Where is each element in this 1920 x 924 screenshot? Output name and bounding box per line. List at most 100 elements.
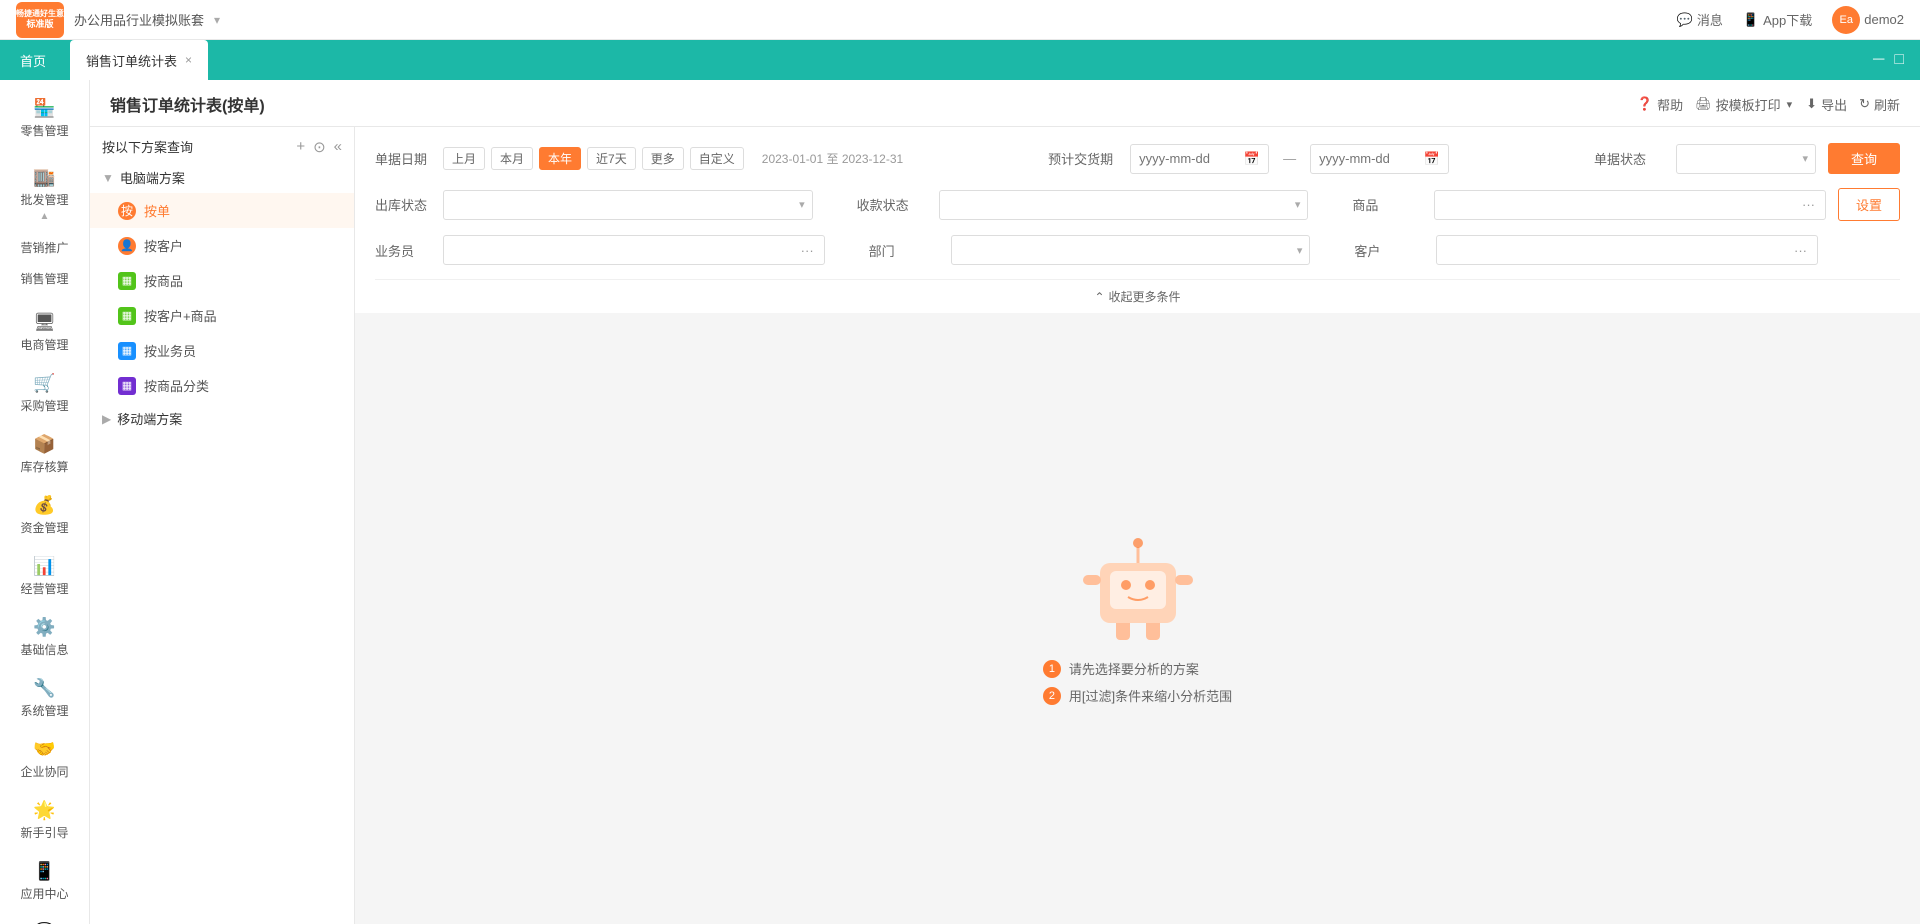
customer-input-wrap[interactable]: ··· (1436, 235, 1818, 265)
maximize-button[interactable]: □ (1894, 51, 1904, 69)
filter-row-3: 业务员 ··· 部门 ▾ 客户 (375, 235, 1900, 265)
date-btn-thisyear[interactable]: 本年 (539, 147, 581, 170)
date-btn-7days[interactable]: 近7天 (587, 147, 636, 170)
content-area: 销售订单统计表(按单) ❓ 帮助 🖨 按模板打印 ▾ ⬇ 导出 ↻ 刷新 (90, 80, 1920, 924)
sidebar-item-retail[interactable]: 🏪 零售管理 (0, 88, 89, 149)
date-btn-group: 上月 本月 本年 近7天 更多 自定义 (443, 147, 744, 170)
scheme-item-by-salesperson[interactable]: ▦ 按业务员 (90, 333, 354, 368)
tab-close-icon[interactable]: × (185, 53, 192, 67)
customer-ellipsis-btn[interactable]: ··· (1794, 243, 1807, 258)
logo: 畅捷通好生意 标准版 (16, 2, 64, 38)
goods-input-wrap[interactable]: ··· (1434, 190, 1826, 220)
date-label: 单据日期 (375, 149, 431, 168)
app-download-button[interactable]: 📱 App下载 (1743, 10, 1812, 29)
scheme-customer-icon: 👤 (118, 237, 136, 255)
app-download-label: App下载 (1763, 10, 1812, 29)
salesperson-input-wrap[interactable]: ··· (443, 235, 825, 265)
sidebar-purchase-label: 采购管理 (20, 397, 68, 414)
sidebar-item-marketing[interactable]: 营销推广 (16, 232, 72, 263)
sidebar-finance-label: 资金管理 (20, 519, 68, 536)
department-select[interactable] (951, 235, 1311, 265)
delivery-status-select[interactable] (443, 190, 813, 220)
scheme-salesperson-icon: ▦ (118, 342, 136, 360)
salesperson-ellipsis-btn[interactable]: ··· (801, 243, 814, 258)
delivery-to-input[interactable] (1319, 151, 1420, 166)
sidebar-item-enterprise-wechat[interactable]: 💬 企业微信 (0, 912, 89, 924)
collapse-icon: ⌃ (1094, 290, 1104, 304)
scheme-item-by-goods[interactable]: ▦ 按商品 (90, 263, 354, 298)
empty-illustration (1078, 533, 1198, 643)
scheme-item-by-goods-cat[interactable]: ▦ 按商品分类 (90, 368, 354, 403)
help-button[interactable]: ❓ 帮助 (1637, 95, 1683, 114)
sidebar-item-newbie[interactable]: 🌟 新手引导 (0, 790, 89, 851)
scheme-item-by-customer-goods[interactable]: ▦ 按客户+商品 (90, 298, 354, 333)
refresh-button[interactable]: ↻ 刷新 (1859, 95, 1900, 114)
sidebar-operation-label: 经营管理 (20, 580, 68, 597)
empty-svg-illustration (1078, 533, 1198, 643)
receipt-status-select[interactable] (939, 190, 1309, 220)
date-btn-more[interactable]: 更多 (642, 147, 684, 170)
scheme-salesperson-label: 按业务员 (144, 341, 196, 360)
add-scheme-button[interactable]: + (296, 138, 305, 155)
filter-layout: 按以下方案查询 + ⊙ « ▼ 电脑端方案 按 (90, 127, 1920, 924)
date-range-text: 2023-01-01 至 2023-12-31 (762, 150, 903, 167)
ecommerce-icon: 🖥 (33, 312, 56, 333)
empty-num-1: 1 (1043, 660, 1061, 678)
user-profile[interactable]: Ea demo2 (1832, 6, 1904, 34)
settings-scheme-button[interactable]: ⊙ (313, 138, 326, 156)
delivery-date-to[interactable]: 📅 (1310, 144, 1449, 174)
receipt-status-label: 收款状态 (857, 195, 927, 214)
date-btn-lastmonth[interactable]: 上月 (443, 147, 485, 170)
export-button[interactable]: ⬇ 导出 (1806, 95, 1847, 114)
scheme-item-by-order[interactable]: 按 按单 (90, 193, 354, 228)
mobile-scheme-expand-icon: ▶ (102, 412, 111, 426)
top-bar-left: 畅捷通好生意 标准版 办公用品行业模拟账套 ▾ (16, 2, 220, 38)
sidebar-item-wholesale[interactable]: 🏬 批发管理 ▲ (0, 157, 89, 232)
sidebar-item-finance[interactable]: 💰 资金管理 (0, 485, 89, 546)
mobile-scheme-label: 移动端方案 (117, 409, 182, 428)
sidebar-cooperation-label: 企业协同 (20, 763, 68, 780)
mobile-scheme-group: ▶ 移动端方案 (90, 403, 354, 434)
refresh-icon: ↻ (1859, 96, 1870, 112)
template-print-label: 按模板打印 (1716, 95, 1781, 114)
tab-sales-stat[interactable]: 销售订单统计表 × (70, 40, 208, 80)
sidebar-item-sales-mgmt[interactable]: 销售管理 (16, 263, 72, 294)
receipt-status-wrap: ▾ (939, 190, 1309, 220)
template-print-button[interactable]: 🖨 按模板打印 ▾ (1695, 95, 1794, 114)
sidebar-item-purchase[interactable]: 🛒 采购管理 (0, 363, 89, 424)
sidebar-item-ecommerce[interactable]: 🖥 电商管理 (0, 302, 89, 363)
bill-status-select[interactable] (1676, 144, 1816, 174)
scheme-item-by-customer[interactable]: 👤 按客户 (90, 228, 354, 263)
sidebar-item-system[interactable]: 🔧 系统管理 (0, 668, 89, 729)
finance-icon: 💰 (33, 495, 55, 516)
delivery-date-from[interactable]: 📅 (1130, 144, 1269, 174)
setting-button[interactable]: 设置 (1838, 188, 1900, 221)
sidebar-item-operation[interactable]: 📊 经营管理 (0, 546, 89, 607)
sidebar-system-label: 系统管理 (20, 702, 68, 719)
app-dropdown-icon[interactable]: ▾ (214, 13, 220, 27)
scheme-customer-label: 按客户 (144, 236, 183, 255)
customer-label: 客户 (1354, 241, 1424, 260)
collapse-bar[interactable]: ⌃ 收起更多条件 (375, 279, 1900, 313)
collapse-panel-button[interactable]: « (334, 138, 342, 155)
print-dropdown-icon[interactable]: ▾ (1785, 98, 1795, 111)
sidebar-item-cooperation[interactable]: 🤝 企业协同 (0, 729, 89, 790)
tab-home[interactable]: 首页 (0, 40, 66, 80)
query-button[interactable]: 查询 (1828, 143, 1900, 174)
date-btn-custom[interactable]: 自定义 (690, 147, 744, 170)
minimize-button[interactable]: ─ (1873, 51, 1884, 69)
scheme-goods-cat-label: 按商品分类 (144, 376, 209, 395)
message-button[interactable]: 💬 消息 (1677, 10, 1723, 29)
delivery-from-input[interactable] (1139, 151, 1240, 166)
sidebar-item-inventory[interactable]: 📦 库存核算 (0, 424, 89, 485)
mobile-scheme-header[interactable]: ▶ 移动端方案 (90, 403, 354, 434)
export-icon: ⬇ (1806, 96, 1817, 112)
date-btn-thismonth[interactable]: 本月 (491, 147, 533, 170)
pc-scheme-header[interactable]: ▼ 电脑端方案 (90, 162, 354, 193)
sidebar-item-basic[interactable]: ⚙️ 基础信息 (0, 607, 89, 668)
sidebar-item-app-center[interactable]: 📱 应用中心 (0, 851, 89, 912)
scheme-order-label: 按单 (144, 201, 170, 220)
goods-ellipsis-btn[interactable]: ··· (1802, 197, 1815, 212)
help-icon: ❓ (1637, 96, 1653, 112)
system-icon: 🔧 (33, 678, 55, 699)
